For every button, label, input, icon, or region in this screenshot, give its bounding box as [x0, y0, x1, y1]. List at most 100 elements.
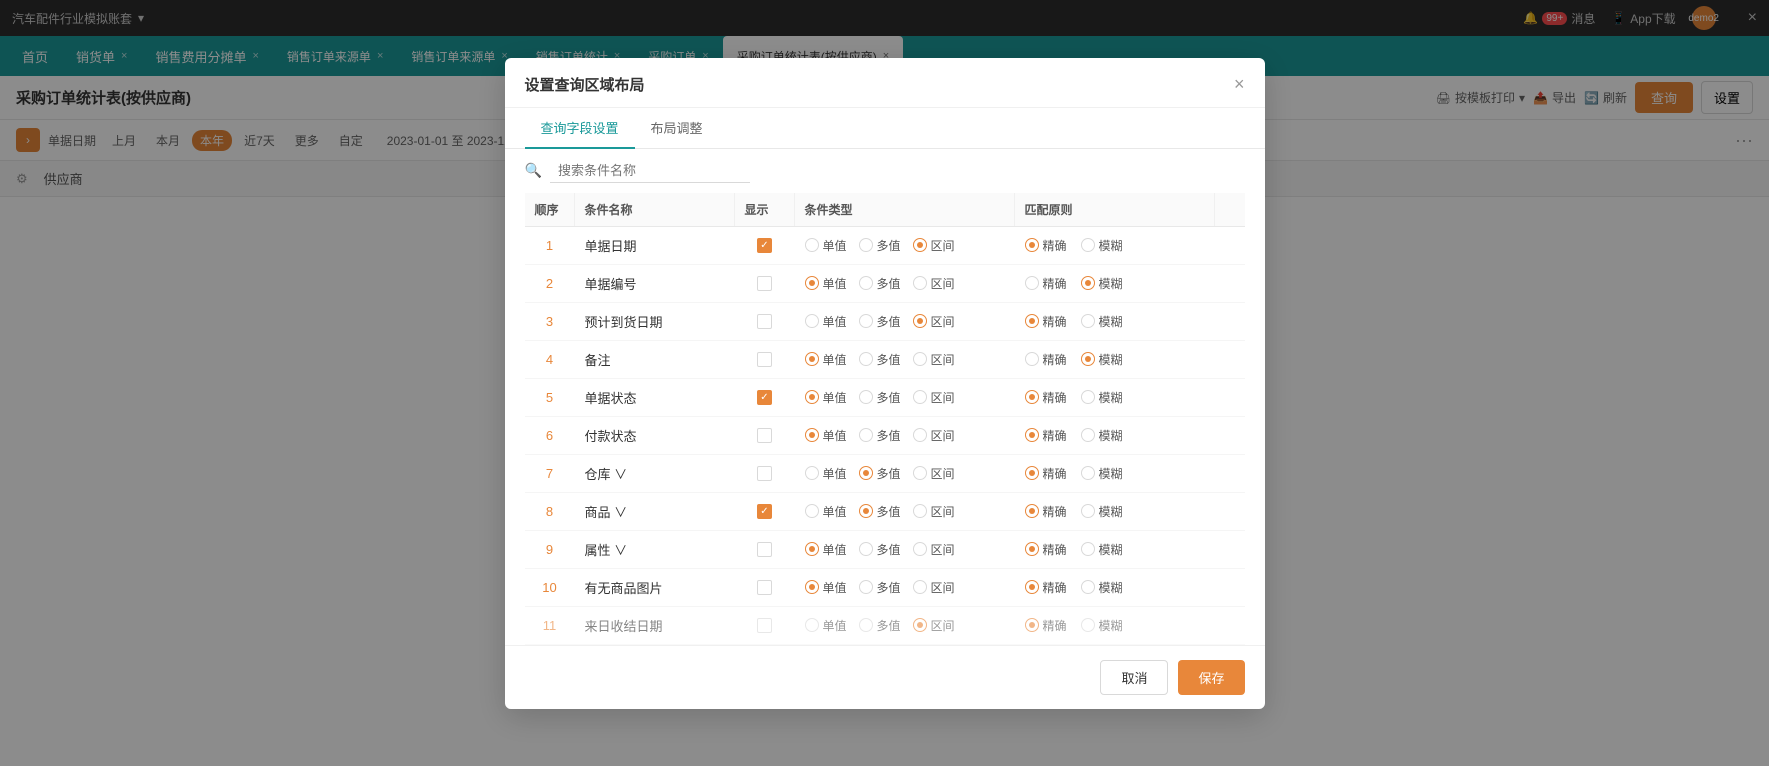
radio-exact-2[interactable]: 精确: [1025, 275, 1067, 292]
radio-exact-11[interactable]: 精确: [1025, 617, 1067, 634]
radio-fuzzy-9[interactable]: 模糊: [1081, 541, 1123, 558]
checkbox-3[interactable]: [757, 314, 772, 329]
tab-layout[interactable]: 布局调整: [635, 108, 719, 149]
row-display-6: [735, 422, 795, 449]
radio-range-3[interactable]: 区间: [913, 313, 955, 330]
checkbox-11[interactable]: [757, 618, 772, 633]
radio-single-6[interactable]: 单值: [805, 427, 847, 444]
checkbox-4[interactable]: [757, 352, 772, 367]
radio-exact-1[interactable]: 精确: [1025, 237, 1067, 254]
radio-single-4[interactable]: 单值: [805, 351, 847, 368]
checkbox-7[interactable]: [757, 466, 772, 481]
radio-multi-9[interactable]: 多值: [859, 541, 901, 558]
table-row: 6 付款状态 单值 多值 区间 精确 模糊: [525, 417, 1245, 455]
radio-multi-4[interactable]: 多值: [859, 351, 901, 368]
radio-fuzzy-5[interactable]: 模糊: [1081, 389, 1123, 406]
col-header-type: 条件类型: [795, 193, 1015, 226]
row-name-2: 单据编号: [575, 268, 735, 299]
row-name-1: 单据日期: [575, 230, 735, 261]
radio-range-9[interactable]: 区间: [913, 541, 955, 558]
radio-range-5[interactable]: 区间: [913, 389, 955, 406]
radio-range-2[interactable]: 区间: [913, 275, 955, 292]
radio-range-10[interactable]: 区间: [913, 579, 955, 596]
radio-exact-9[interactable]: 精确: [1025, 541, 1067, 558]
table-header: 顺序 条件名称 显示 条件类型 匹配原则: [525, 193, 1245, 227]
row-order-4: 4: [525, 346, 575, 373]
row-display-2: [735, 270, 795, 297]
row-type-6: 单值 多值 区间: [795, 421, 1015, 450]
radio-exact-6[interactable]: 精确: [1025, 427, 1067, 444]
radio-exact-7[interactable]: 精确: [1025, 465, 1067, 482]
radio-single-5[interactable]: 单值: [805, 389, 847, 406]
checkbox-9[interactable]: [757, 542, 772, 557]
radio-fuzzy-11[interactable]: 模糊: [1081, 617, 1123, 634]
radio-fuzzy-6[interactable]: 模糊: [1081, 427, 1123, 444]
radio-multi-5[interactable]: 多值: [859, 389, 901, 406]
row-match-2: 精确 模糊: [1015, 269, 1215, 298]
row-type-8: 单值 多值 区间: [795, 497, 1015, 526]
radio-multi-11[interactable]: 多值: [859, 617, 901, 634]
radio-exact-4[interactable]: 精确: [1025, 351, 1067, 368]
row-type-11: 单值 多值 区间: [795, 611, 1015, 640]
radio-range-11[interactable]: 区间: [913, 617, 955, 634]
radio-multi-6[interactable]: 多值: [859, 427, 901, 444]
radio-range-7[interactable]: 区间: [913, 465, 955, 482]
radio-range-1[interactable]: 区间: [913, 237, 955, 254]
radio-fuzzy-4[interactable]: 模糊: [1081, 351, 1123, 368]
row-type-10: 单值 多值 区间: [795, 573, 1015, 602]
dialog-table: 顺序 条件名称 显示 条件类型 匹配原则 1 单据日期 单值 多值 区间: [505, 193, 1265, 645]
table-row: 7 仓库 ∨ 单值 多值 区间 精确 模糊: [525, 455, 1245, 493]
row-order-1: 1: [525, 232, 575, 259]
row-type-2: 单值 多值 区间: [795, 269, 1015, 298]
radio-exact-5[interactable]: 精确: [1025, 389, 1067, 406]
radio-single-1[interactable]: 单值: [805, 237, 847, 254]
radio-fuzzy-3[interactable]: 模糊: [1081, 313, 1123, 330]
table-row: 2 单据编号 单值 多值 区间 精确 模糊: [525, 265, 1245, 303]
radio-exact-3[interactable]: 精确: [1025, 313, 1067, 330]
checkbox-8[interactable]: [757, 504, 772, 519]
checkbox-5[interactable]: [757, 390, 772, 405]
row-display-3: [735, 308, 795, 335]
radio-fuzzy-10[interactable]: 模糊: [1081, 579, 1123, 596]
checkbox-6[interactable]: [757, 428, 772, 443]
radio-fuzzy-2[interactable]: 模糊: [1081, 275, 1123, 292]
row-match-11: 精确 模糊: [1015, 611, 1215, 640]
cancel-btn[interactable]: 取消: [1100, 660, 1168, 695]
radio-single-7[interactable]: 单值: [805, 465, 847, 482]
row-match-9: 精确 模糊: [1015, 535, 1215, 564]
radio-fuzzy-7[interactable]: 模糊: [1081, 465, 1123, 482]
radio-range-8[interactable]: 区间: [913, 503, 955, 520]
checkbox-10[interactable]: [757, 580, 772, 595]
col-header-name: 条件名称: [575, 193, 735, 226]
radio-single-10[interactable]: 单值: [805, 579, 847, 596]
search-input[interactable]: [550, 159, 750, 183]
radio-single-3[interactable]: 单值: [805, 313, 847, 330]
row-order-7: 7: [525, 460, 575, 487]
radio-range-6[interactable]: 区间: [913, 427, 955, 444]
checkbox-1[interactable]: [757, 238, 772, 253]
radio-single-9[interactable]: 单值: [805, 541, 847, 558]
radio-single-8[interactable]: 单值: [805, 503, 847, 520]
radio-single-2[interactable]: 单值: [805, 275, 847, 292]
table-row: 1 单据日期 单值 多值 区间 精确 模糊: [525, 227, 1245, 265]
radio-multi-3[interactable]: 多值: [859, 313, 901, 330]
radio-multi-8[interactable]: 多值: [859, 503, 901, 520]
radio-range-4[interactable]: 区间: [913, 351, 955, 368]
radio-exact-8[interactable]: 精确: [1025, 503, 1067, 520]
radio-multi-2[interactable]: 多值: [859, 275, 901, 292]
checkbox-2[interactable]: [757, 276, 772, 291]
radio-fuzzy-8[interactable]: 模糊: [1081, 503, 1123, 520]
radio-single-11[interactable]: 单值: [805, 617, 847, 634]
row-display-7: [735, 460, 795, 487]
radio-multi-10[interactable]: 多值: [859, 579, 901, 596]
tab-fields[interactable]: 查询字段设置: [525, 108, 635, 149]
col-header-order: 顺序: [525, 193, 575, 226]
radio-exact-10[interactable]: 精确: [1025, 579, 1067, 596]
row-name-8: 商品 ∨: [575, 496, 735, 527]
radio-multi-7[interactable]: 多值: [859, 465, 901, 482]
radio-multi-1[interactable]: 多值: [859, 237, 901, 254]
save-btn[interactable]: 保存: [1178, 660, 1244, 695]
row-display-4: [735, 346, 795, 373]
radio-fuzzy-1[interactable]: 模糊: [1081, 237, 1123, 254]
dialog-close-btn[interactable]: ×: [1234, 75, 1245, 93]
